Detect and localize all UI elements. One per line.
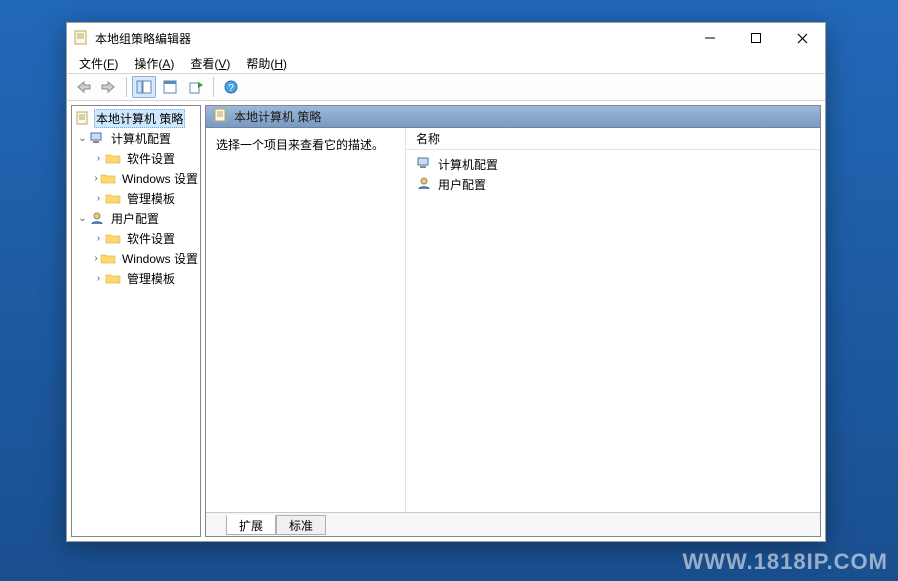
- folder-icon: [105, 152, 121, 164]
- tree-user-config[interactable]: ⌄ 用户配置: [72, 208, 200, 228]
- details-pane: 本地计算机 策略 选择一个项目来查看它的描述。 名称 计算机配置: [205, 105, 821, 537]
- list-item-computer-config[interactable]: 计算机配置: [412, 154, 814, 174]
- titlebar[interactable]: 本地组策略编辑器: [67, 23, 825, 53]
- tree-label: 本地计算机 策略: [94, 109, 185, 128]
- export-button[interactable]: [184, 76, 208, 98]
- folder-icon: [105, 272, 121, 284]
- expand-icon[interactable]: ›: [92, 233, 105, 244]
- list-body[interactable]: 计算机配置 用户配置: [406, 150, 820, 512]
- tree-label: 管理模板: [125, 270, 177, 287]
- menu-file[interactable]: 文件(F): [71, 54, 126, 73]
- expand-icon[interactable]: ›: [92, 193, 105, 204]
- menubar: 文件(F) 操作(A) 查看(V) 帮助(H): [67, 53, 825, 73]
- folder-icon: [105, 232, 121, 244]
- tree-label: 计算机配置: [109, 130, 173, 147]
- app-window: 本地组策略编辑器 文件(F) 操作(A) 查看(V) 帮助(H): [66, 22, 826, 542]
- toolbar: ?: [67, 73, 825, 101]
- tree-label: Windows 设置: [120, 250, 200, 267]
- details-header-title: 本地计算机 策略: [234, 108, 321, 125]
- tree-computer-config[interactable]: ⌄ 计算机配置: [72, 128, 200, 148]
- tree-root[interactable]: 本地计算机 策略: [72, 108, 200, 128]
- tree-label: 软件设置: [125, 150, 177, 167]
- tree-software-settings-user[interactable]: › 软件设置: [72, 228, 200, 248]
- tree-admin-templates-user[interactable]: › 管理模板: [72, 268, 200, 288]
- menu-action[interactable]: 操作(A): [126, 54, 182, 73]
- details-content: 选择一个项目来查看它的描述。 名称 计算机配置 用户配置: [206, 128, 820, 512]
- tree-label: 管理模板: [125, 190, 177, 207]
- menu-view[interactable]: 查看(V): [182, 54, 238, 73]
- close-button[interactable]: [779, 23, 825, 53]
- properties-button[interactable]: [158, 76, 182, 98]
- collapse-icon[interactable]: ⌄: [76, 133, 89, 144]
- nav-forward-button[interactable]: [97, 76, 121, 98]
- window-controls: [687, 23, 825, 53]
- app-icon: [73, 29, 89, 48]
- tree-label: 软件设置: [125, 230, 177, 247]
- user-icon: [416, 176, 432, 193]
- list-item-label: 计算机配置: [438, 156, 498, 173]
- nav-back-button[interactable]: [71, 76, 95, 98]
- computer-icon: [416, 156, 432, 173]
- tree-windows-settings-user[interactable]: › Windows 设置: [72, 248, 200, 268]
- tree-label: Windows 设置: [120, 170, 200, 187]
- description-prompt: 选择一个项目来查看它的描述。: [216, 138, 384, 152]
- tab-standard[interactable]: 标准: [276, 515, 326, 535]
- toolbar-separator: [213, 77, 214, 97]
- window-title: 本地组策略编辑器: [95, 30, 687, 47]
- folder-icon: [100, 172, 116, 184]
- computer-icon: [89, 131, 105, 145]
- expand-icon[interactable]: ›: [92, 153, 105, 164]
- menu-help[interactable]: 帮助(H): [238, 54, 295, 73]
- toolbar-separator: [126, 77, 127, 97]
- details-tabs: 扩展 标准: [206, 512, 820, 536]
- show-tree-button[interactable]: [132, 76, 156, 98]
- body-panes: 本地计算机 策略 ⌄ 计算机配置 › 软件设置 › Windows 设置 › 管…: [67, 101, 825, 541]
- tree-windows-settings[interactable]: › Windows 设置: [72, 168, 200, 188]
- description-column: 选择一个项目来查看它的描述。: [206, 128, 406, 512]
- svg-text:?: ?: [228, 83, 234, 94]
- expand-icon[interactable]: ›: [92, 253, 100, 264]
- list-item-label: 用户配置: [438, 176, 486, 193]
- folder-icon: [105, 192, 121, 204]
- document-icon: [74, 110, 90, 126]
- tab-extended[interactable]: 扩展: [226, 515, 276, 535]
- folder-icon: [100, 252, 116, 264]
- minimize-button[interactable]: [687, 23, 733, 53]
- expand-icon[interactable]: ›: [92, 273, 105, 284]
- tree-label: 用户配置: [109, 210, 161, 227]
- document-icon: [212, 107, 228, 126]
- expand-icon[interactable]: ›: [92, 173, 100, 184]
- details-header: 本地计算机 策略: [206, 106, 820, 128]
- list-column: 名称 计算机配置 用户配置: [406, 128, 820, 512]
- collapse-icon[interactable]: ⌄: [76, 213, 89, 224]
- user-icon: [89, 211, 105, 225]
- help-button[interactable]: ?: [219, 76, 243, 98]
- maximize-button[interactable]: [733, 23, 779, 53]
- list-item-user-config[interactable]: 用户配置: [412, 174, 814, 194]
- list-header-name[interactable]: 名称: [406, 128, 820, 150]
- tree-admin-templates[interactable]: › 管理模板: [72, 188, 200, 208]
- tree-software-settings[interactable]: › 软件设置: [72, 148, 200, 168]
- tree-pane[interactable]: 本地计算机 策略 ⌄ 计算机配置 › 软件设置 › Windows 设置 › 管…: [71, 105, 201, 537]
- watermark: WWW.1818IP.COM: [682, 549, 888, 575]
